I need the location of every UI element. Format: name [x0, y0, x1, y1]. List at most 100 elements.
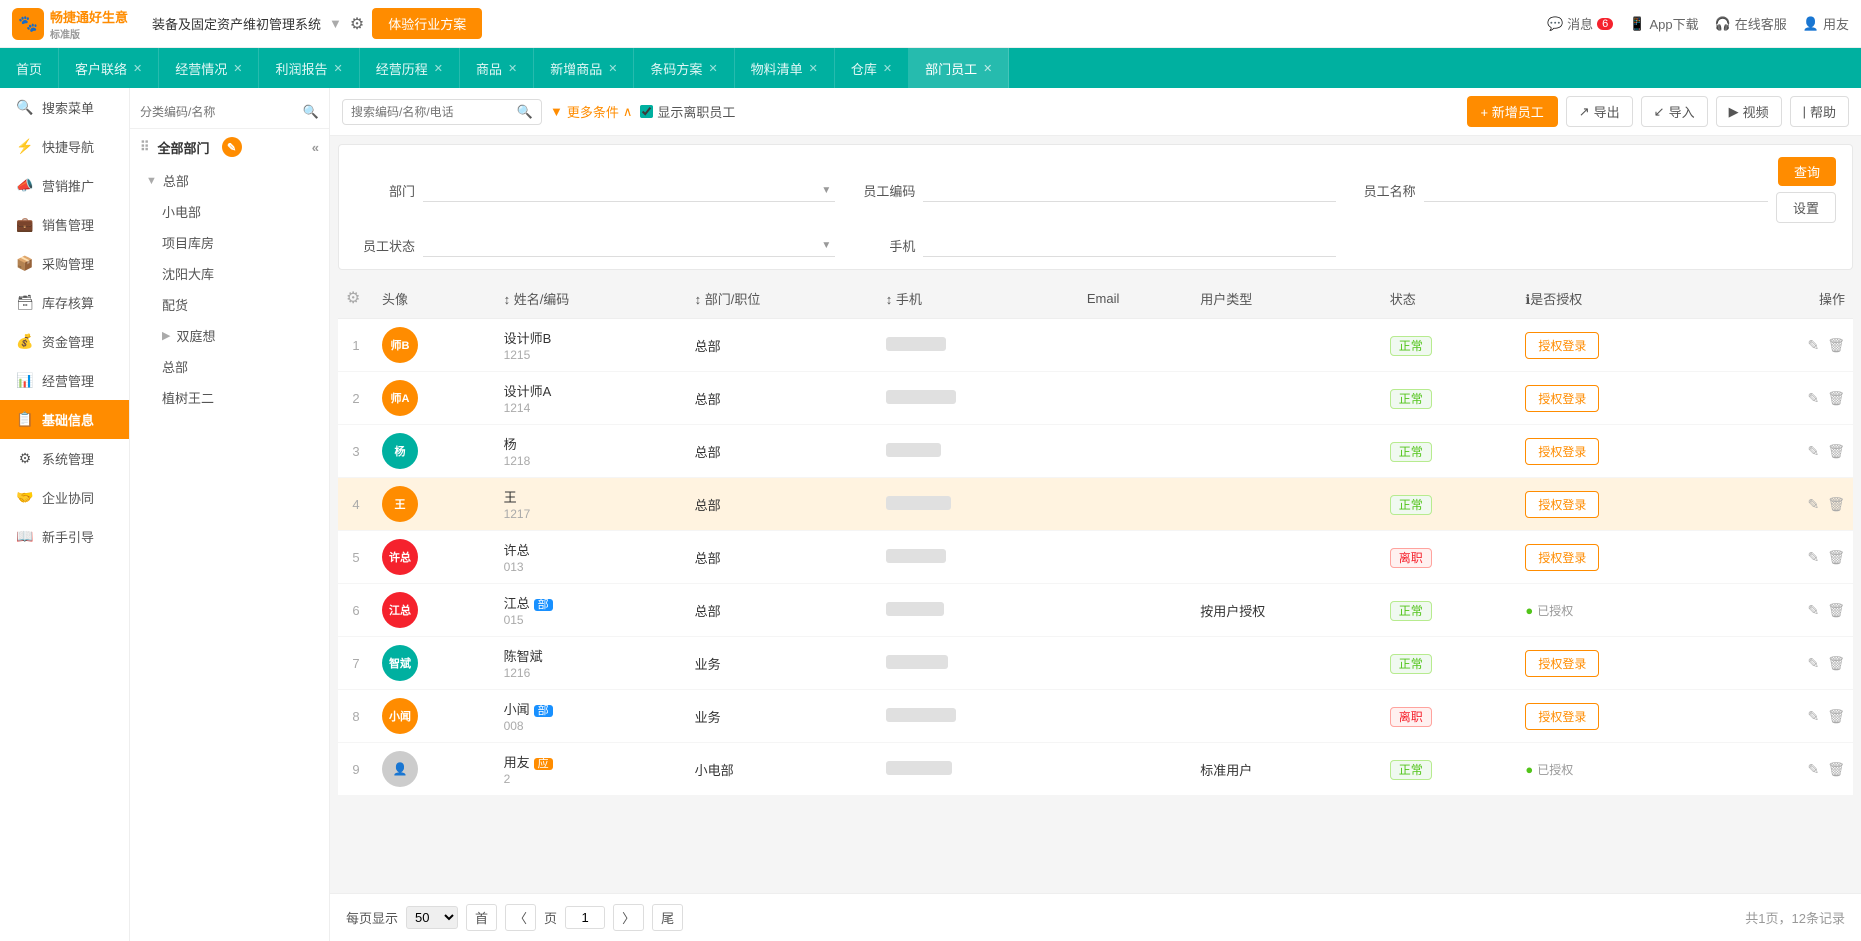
edit-icon[interactable]: ✎: [1807, 549, 1819, 566]
tab-barcode-close[interactable]: ✕: [708, 62, 717, 75]
sidebar-item-inventory[interactable]: 🗃 库存核算: [0, 283, 129, 322]
delete-icon[interactable]: 🗑: [1827, 708, 1845, 725]
dept-tree-xiaodian[interactable]: 小电部: [130, 196, 329, 227]
auth-login-button[interactable]: 授权登录: [1525, 544, 1599, 571]
tab-operation-close[interactable]: ✕: [233, 62, 242, 75]
auth-login-button[interactable]: 授权登录: [1525, 491, 1599, 518]
sidebar-item-finance[interactable]: 💰 资金管理: [0, 322, 129, 361]
sidebar-item-purchase[interactable]: 📦 采购管理: [0, 244, 129, 283]
tab-profit-close[interactable]: ✕: [334, 62, 343, 75]
view-button[interactable]: ▶ 视频: [1716, 96, 1782, 127]
user-btn[interactable]: 👤 用友: [1803, 14, 1849, 33]
sidebar-item-sales[interactable]: 💼 销售管理: [0, 205, 129, 244]
auth-login-button[interactable]: 授权登录: [1525, 438, 1599, 465]
filter-code-input[interactable]: [923, 178, 1335, 202]
delete-icon[interactable]: 🗑: [1827, 549, 1845, 566]
per-page-select[interactable]: 50 100 200: [406, 906, 458, 929]
dept-tree-shuangt[interactable]: ▶ 双庭想: [130, 320, 329, 351]
delete-icon[interactable]: 🗑: [1827, 655, 1845, 672]
last-page-btn[interactable]: 尾: [652, 904, 683, 931]
dept-tree-shenyang[interactable]: 沈阳大库: [130, 258, 329, 289]
delete-icon[interactable]: 🗑: [1827, 390, 1845, 407]
tab-employee-close[interactable]: ✕: [983, 62, 992, 75]
show-resigned-label[interactable]: 显示离职员工: [640, 102, 735, 121]
filter-status-select[interactable]: [423, 233, 835, 257]
edit-icon[interactable]: ✎: [1807, 443, 1819, 460]
sidebar-item-marketing[interactable]: 📣 营销推广: [0, 166, 129, 205]
import-button[interactable]: ↙ 导入: [1641, 96, 1708, 127]
show-resigned-checkbox[interactable]: [640, 105, 653, 118]
tab-add-product-close[interactable]: ✕: [608, 62, 617, 75]
next-page-btn[interactable]: 〉: [613, 904, 644, 931]
tab-barcode[interactable]: 条码方案 ✕: [634, 48, 734, 88]
app-download-btn[interactable]: 📱 App下载: [1629, 14, 1698, 33]
search-icon[interactable]: 🔍: [517, 104, 533, 120]
sidebar-item-collab[interactable]: 🤝 企业协同: [0, 478, 129, 517]
tab-warehouse[interactable]: 仓库 ✕: [835, 48, 909, 88]
dept-collapse-btn[interactable]: «: [312, 140, 319, 155]
prev-page-btn[interactable]: 〈: [505, 904, 536, 931]
filter-more-btn[interactable]: ▼ 更多条件 ∧: [550, 102, 632, 121]
tab-bom[interactable]: 物料清单 ✕: [735, 48, 835, 88]
edit-icon[interactable]: ✎: [1807, 496, 1819, 513]
col-phone[interactable]: ↕ 手机: [878, 278, 1079, 319]
auth-login-button[interactable]: 授权登录: [1525, 650, 1599, 677]
col-dept[interactable]: ↕ 部门/职位: [687, 278, 878, 319]
delete-icon[interactable]: 🗑: [1827, 443, 1845, 460]
dept-edit-btn[interactable]: ✎: [222, 137, 242, 157]
tab-employee[interactable]: 部门员工 ✕: [909, 48, 1009, 88]
tab-add-product[interactable]: 新增商品 ✕: [534, 48, 634, 88]
auth-login-button[interactable]: 授权登录: [1525, 703, 1599, 730]
tab-product-close[interactable]: ✕: [508, 62, 517, 75]
filter-name-input[interactable]: [1424, 178, 1768, 202]
sidebar-item-shortcut[interactable]: ⚡ 快捷导航: [0, 127, 129, 166]
col-name[interactable]: ↕ 姓名/编码: [496, 278, 687, 319]
delete-icon[interactable]: 🗑: [1827, 496, 1845, 513]
trial-button[interactable]: 体验行业方案: [372, 8, 482, 39]
first-page-btn[interactable]: 首: [466, 904, 497, 931]
tab-operation[interactable]: 经营情况 ✕: [159, 48, 259, 88]
edit-icon[interactable]: ✎: [1807, 602, 1819, 619]
delete-icon[interactable]: 🗑: [1827, 602, 1845, 619]
dept-tree-zonbu2[interactable]: 总部: [130, 351, 329, 382]
dept-tree-zonbu[interactable]: ▼ 总部: [130, 165, 329, 196]
sidebar-item-basic[interactable]: 📋 基础信息: [0, 400, 129, 439]
tab-customer-close[interactable]: ✕: [133, 62, 142, 75]
export-button[interactable]: ↗ 导出: [1566, 96, 1633, 127]
reset-button[interactable]: 设置: [1776, 192, 1836, 223]
dept-tree-project[interactable]: 项目库房: [130, 227, 329, 258]
auth-login-button[interactable]: 授权登录: [1525, 332, 1599, 359]
edit-icon[interactable]: ✎: [1807, 708, 1819, 725]
edit-icon[interactable]: ✎: [1807, 761, 1819, 778]
delete-icon[interactable]: 🗑: [1827, 761, 1845, 778]
system-title-arrow[interactable]: ▼: [329, 16, 342, 31]
query-button[interactable]: 查询: [1778, 157, 1836, 186]
settings-icon[interactable]: ⚙: [350, 14, 364, 34]
tab-warehouse-close[interactable]: ✕: [883, 62, 892, 75]
sidebar-item-guide[interactable]: 📖 新手引导: [0, 517, 129, 556]
page-input[interactable]: [565, 906, 605, 929]
edit-icon[interactable]: ✎: [1807, 390, 1819, 407]
tab-bom-close[interactable]: ✕: [809, 62, 818, 75]
col-settings-btn[interactable]: ⚙: [338, 278, 374, 319]
sidebar-item-business[interactable]: 📊 经营管理: [0, 361, 129, 400]
tab-process-close[interactable]: ✕: [434, 62, 443, 75]
dept-search-icon[interactable]: 🔍: [303, 104, 319, 120]
tab-home[interactable]: 首页: [0, 48, 59, 88]
tab-process[interactable]: 经营历程 ✕: [360, 48, 460, 88]
help-button[interactable]: | 帮助: [1790, 96, 1849, 127]
tab-customer[interactable]: 客户联络 ✕: [59, 48, 159, 88]
tab-product[interactable]: 商品 ✕: [460, 48, 534, 88]
sidebar-item-system[interactable]: ⚙ 系统管理: [0, 439, 129, 478]
auth-login-button[interactable]: 授权登录: [1525, 385, 1599, 412]
dept-search-input[interactable]: [140, 105, 297, 119]
delete-icon[interactable]: 🗑: [1827, 337, 1845, 354]
message-btn[interactable]: 💬 消息 6: [1547, 14, 1613, 33]
filter-dept-select[interactable]: [423, 178, 835, 202]
dept-tree-zhishu[interactable]: 植树王二: [130, 382, 329, 413]
edit-icon[interactable]: ✎: [1807, 655, 1819, 672]
filter-phone-input[interactable]: [923, 233, 1335, 257]
tab-profit[interactable]: 利润报告 ✕: [259, 48, 359, 88]
add-employee-button[interactable]: + 新增员工: [1467, 96, 1558, 127]
search-input[interactable]: [351, 105, 511, 119]
